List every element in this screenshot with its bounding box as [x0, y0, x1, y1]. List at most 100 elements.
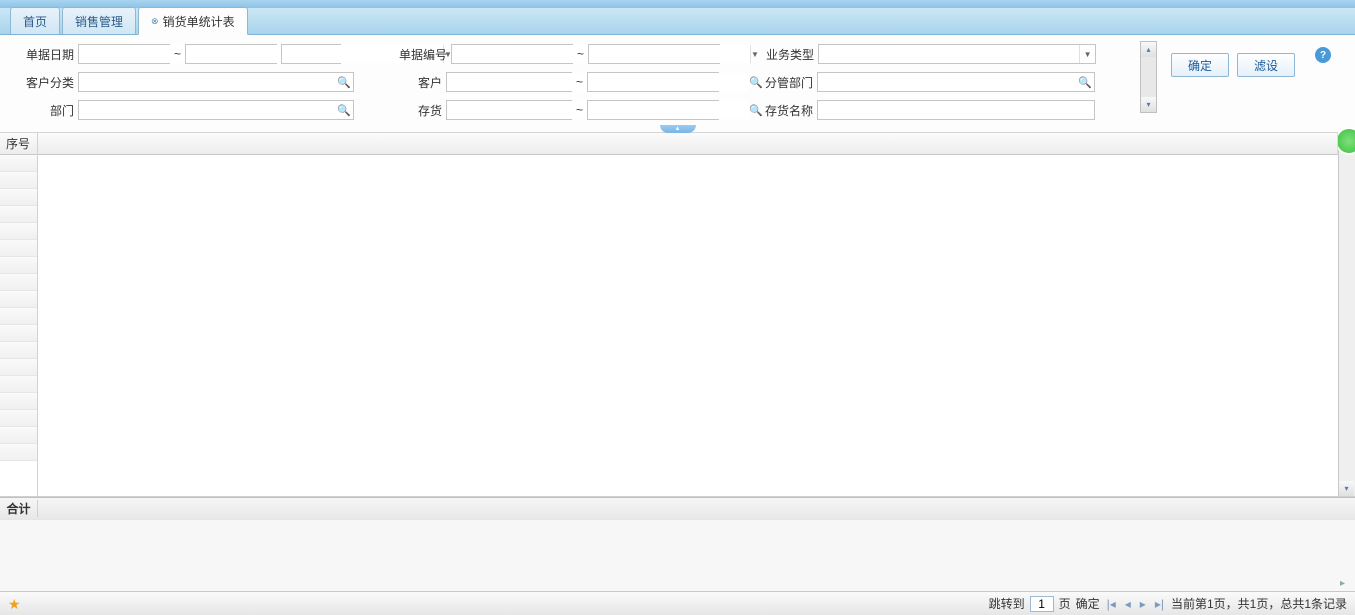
dropdown-icon[interactable]: ▼	[1079, 45, 1095, 63]
doc-date-from-input[interactable]: 📅	[78, 44, 170, 64]
row-number	[0, 393, 37, 410]
inventory-to-input[interactable]: 🔍	[587, 100, 719, 120]
label-doc-no: 单据编号	[371, 46, 451, 63]
tab-home[interactable]: 首页	[10, 7, 60, 34]
row-number	[0, 240, 37, 257]
row-number	[0, 444, 37, 461]
row-number	[0, 189, 37, 206]
biz-type-field[interactable]	[819, 45, 1079, 63]
pager-confirm-link[interactable]: 确定	[1076, 595, 1100, 612]
row-number	[0, 376, 37, 393]
first-page-icon[interactable]: |◂	[1105, 597, 1118, 611]
inventory-to-field[interactable]	[588, 101, 749, 119]
label-inventory: 存货	[374, 102, 446, 119]
confirm-button[interactable]: 确定	[1171, 53, 1229, 77]
label-dept: 部门	[18, 102, 78, 119]
floating-action-icon[interactable]	[1335, 127, 1355, 155]
next-page-icon[interactable]: ▸	[1138, 597, 1148, 611]
filter-scrollbar[interactable]: ▴ ▾	[1140, 41, 1157, 113]
jump-label: 跳转到	[989, 595, 1025, 612]
inv-name-input[interactable]	[817, 100, 1095, 120]
scroll-right-icon[interactable]: ▸	[1340, 578, 1345, 589]
status-bar: ★ 跳转到 页 确定 |◂ ◂ ▸ ▸| 当前第1页，共1页，总共1条记录	[0, 591, 1355, 615]
action-buttons: 确定 滤设	[1171, 53, 1295, 77]
doc-no-to-combo[interactable]: ▼	[588, 44, 720, 64]
page-number-input[interactable]	[1030, 596, 1054, 612]
chevron-up-icon: ▲	[675, 126, 681, 132]
total-label: 合计	[0, 500, 38, 517]
row-number	[0, 410, 37, 427]
label-doc-date: 单据日期	[18, 46, 78, 63]
page-unit-label: 页	[1059, 595, 1071, 612]
lookup-icon[interactable]: 🔍	[1076, 73, 1094, 91]
label-inv-name: 存货名称	[737, 102, 817, 119]
detail-panel: ▸	[0, 519, 1355, 591]
column-header[interactable]	[38, 133, 1338, 155]
date-mode-combo[interactable]: ▼	[281, 44, 341, 64]
collapse-handle[interactable]: ▲	[660, 125, 696, 133]
close-tab-icon[interactable]: ⊗	[151, 16, 159, 27]
row-number	[0, 274, 37, 291]
inventory-from-field[interactable]	[447, 101, 608, 119]
last-page-icon[interactable]: ▸|	[1153, 597, 1166, 611]
row-number	[0, 223, 37, 240]
branch-dept-field[interactable]	[818, 73, 1076, 91]
column-header-row	[38, 133, 1338, 155]
dept-input[interactable]: 🔍	[78, 100, 354, 120]
label-branch-dept: 分管部门	[737, 74, 817, 91]
grid-body	[38, 133, 1338, 496]
lookup-icon[interactable]: 🔍	[335, 101, 353, 119]
row-number	[0, 172, 37, 189]
row-header-column: 序号	[0, 133, 38, 496]
page-info: 当前第1页，共1页，总共1条记录	[1171, 595, 1347, 612]
label-cust-class: 客户分类	[18, 74, 78, 91]
range-separator: ~	[577, 47, 584, 61]
filter-button[interactable]: 滤设	[1237, 53, 1295, 77]
range-separator: ~	[576, 103, 583, 117]
biz-type-combo[interactable]: ▼	[818, 44, 1096, 64]
customer-from-input[interactable]: 🔍	[446, 72, 572, 92]
tab-sales-stat-report[interactable]: ⊗ 销货单统计表	[138, 7, 248, 35]
pager: 跳转到 页 确定 |◂ ◂ ▸ ▸| 当前第1页，共1页，总共1条记录	[989, 595, 1347, 612]
tab-sales-management[interactable]: 销售管理	[62, 7, 136, 34]
customer-from-field[interactable]	[447, 73, 608, 91]
tab-label: 销货单统计表	[163, 13, 235, 30]
label-customer: 客户	[374, 74, 446, 91]
branch-dept-input[interactable]: 🔍	[817, 72, 1095, 92]
grid-vertical-scrollbar[interactable]: ▴ ▾	[1338, 133, 1355, 496]
tab-strip: 首页 销售管理 ⊗ 销货单统计表	[0, 8, 1355, 35]
row-number	[0, 359, 37, 376]
customer-to-input[interactable]: 🔍	[587, 72, 719, 92]
row-number	[0, 342, 37, 359]
row-number	[0, 291, 37, 308]
prev-page-icon[interactable]: ◂	[1123, 597, 1133, 611]
help-icon[interactable]: ?	[1315, 47, 1331, 63]
doc-no-from-combo[interactable]: ▼	[451, 44, 573, 64]
dept-field[interactable]	[79, 101, 335, 119]
inv-name-field[interactable]	[818, 101, 1094, 119]
total-row: 合计	[0, 497, 1355, 519]
filter-panel: 单据日期 📅 ~ 📅 ▼ 单据编号 ▼ ~ ▼ 业务类型 ▼	[0, 35, 1355, 133]
grid-empty-area	[38, 155, 1338, 475]
label-biz-type: 业务类型	[738, 46, 818, 63]
doc-date-to-input[interactable]: 📅	[185, 44, 277, 64]
cust-class-field[interactable]	[79, 73, 335, 91]
inventory-from-input[interactable]: 🔍	[446, 100, 572, 120]
scroll-down-icon[interactable]: ▾	[1141, 97, 1156, 112]
doc-no-to-field[interactable]	[589, 45, 750, 63]
seq-header: 序号	[0, 133, 37, 155]
favorite-icon[interactable]: ★	[8, 596, 24, 612]
scroll-down-icon[interactable]: ▾	[1339, 481, 1354, 496]
data-grid: 序号 ▴ ▾	[0, 133, 1355, 497]
row-number	[0, 155, 37, 172]
row-number	[0, 206, 37, 223]
lookup-icon[interactable]: 🔍	[335, 73, 353, 91]
row-number	[0, 427, 37, 444]
range-separator: ~	[174, 47, 181, 61]
range-separator: ~	[576, 75, 583, 89]
row-number	[0, 257, 37, 274]
customer-to-field[interactable]	[588, 73, 749, 91]
cust-class-input[interactable]: 🔍	[78, 72, 354, 92]
row-number	[0, 325, 37, 342]
scroll-up-icon[interactable]: ▴	[1141, 42, 1156, 57]
